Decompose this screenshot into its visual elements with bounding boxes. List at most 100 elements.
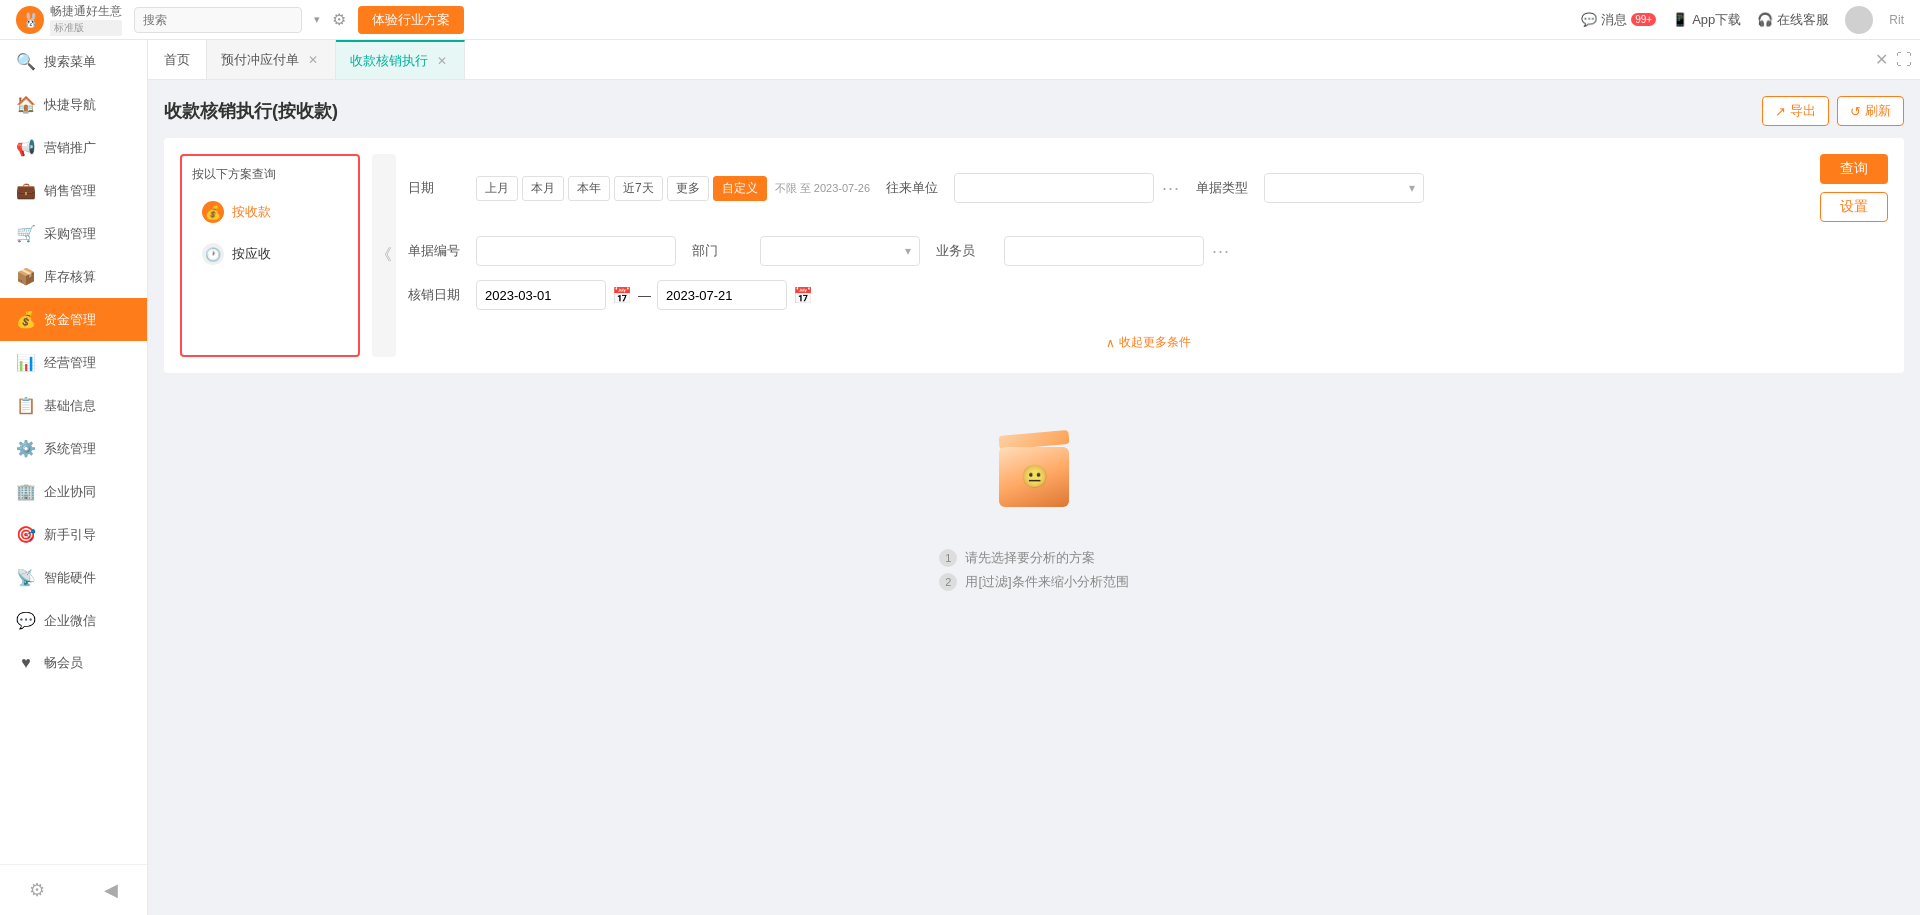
date-btn-this-month[interactable]: 本月	[522, 176, 564, 201]
date-btn-custom[interactable]: 自定义	[713, 176, 767, 201]
refresh-button[interactable]: ↺ 刷新	[1837, 96, 1904, 126]
staff-more-icon[interactable]: ···	[1212, 241, 1230, 262]
sidebar-settings-icon[interactable]: ⚙	[23, 873, 51, 907]
date-btn-more[interactable]: 更多	[667, 176, 709, 201]
filter-collapse-button[interactable]: 《	[372, 154, 396, 357]
brand-name: 畅捷通好生意	[50, 3, 122, 20]
empty-hints: 1 请先选择要分析的方案 2 用[过滤]条件来缩小分析范围	[939, 549, 1128, 591]
sidebar-label-search: 搜索菜单	[44, 53, 96, 71]
tab-receivable-close-icon[interactable]: ✕	[434, 53, 450, 69]
staff-input[interactable]	[1004, 236, 1204, 266]
tab-prepay-label: 预付冲应付单	[221, 51, 299, 69]
dropdown-arrow-icon[interactable]: ▾	[314, 13, 320, 26]
enterprise-icon: 🏢	[16, 482, 36, 501]
dept-label: 部门	[692, 242, 752, 260]
export-label: 导出	[1790, 102, 1816, 120]
tab-close-all-icon[interactable]: ✕	[1875, 50, 1888, 69]
sidebar-label-marketing: 营销推广	[44, 139, 96, 157]
message-button[interactable]: 💬 消息 99+	[1581, 11, 1656, 29]
sidebar-item-inventory[interactable]: 📦 库存核算	[0, 255, 147, 298]
verify-date-end-input[interactable]	[657, 280, 787, 310]
staff-label: 业务员	[936, 242, 996, 260]
verify-date-end-calendar-icon[interactable]: 📅	[793, 286, 813, 305]
sidebar-item-wechat[interactable]: 💬 企业微信	[0, 599, 147, 642]
counterpart-more-icon[interactable]: ···	[1162, 178, 1180, 199]
verify-date-range: 📅 — 📅	[476, 280, 813, 310]
filter-actions: 查询 设置	[1820, 154, 1888, 222]
doc-type-field: 单据类型 ▾	[1196, 173, 1424, 203]
export-button[interactable]: ↗ 导出	[1762, 96, 1829, 126]
verify-date-start-calendar-icon[interactable]: 📅	[612, 286, 632, 305]
verify-date-start-input[interactable]	[476, 280, 606, 310]
guide-icon: 🎯	[16, 525, 36, 544]
sidebar-item-system[interactable]: ⚙️ 系统管理	[0, 427, 147, 470]
sidebar-item-enterprise[interactable]: 🏢 企业协同	[0, 470, 147, 513]
dept-select[interactable]: ▾	[760, 236, 920, 266]
hint-text-2: 用[过滤]条件来缩小分析范围	[965, 573, 1128, 591]
verify-date-field: 核销日期 📅 — 📅	[408, 280, 813, 310]
sidebar: 🔍 搜索菜单 🏠 快捷导航 📢 营销推广 💼 销售管理 🛒 采购管理 📦 库存核…	[0, 40, 148, 915]
tab-home[interactable]: 首页	[148, 40, 207, 79]
sidebar-label-basic-info: 基础信息	[44, 397, 96, 415]
hint-num-1: 1	[939, 549, 957, 567]
app-download-button[interactable]: 📱 App下载	[1672, 11, 1741, 29]
wechat-icon: 💬	[16, 611, 36, 630]
counterpart-label: 往来单位	[886, 179, 946, 197]
sidebar-item-basic-info[interactable]: 📋 基础信息	[0, 384, 147, 427]
page-title: 收款核销执行(按收款)	[164, 99, 338, 123]
tab-prepay[interactable]: 预付冲应付单 ✕	[207, 40, 336, 79]
doc-no-input[interactable]	[476, 236, 676, 266]
sidebar-label-guide: 新手引导	[44, 526, 96, 544]
tab-receivable[interactable]: 收款核销执行 ✕	[336, 40, 465, 79]
doc-type-select[interactable]: ▾	[1264, 173, 1424, 203]
query-button[interactable]: 查询	[1820, 154, 1888, 184]
sidebar-item-quick-nav[interactable]: 🏠 快捷导航	[0, 83, 147, 126]
receipt-option-icon: 💰	[202, 201, 224, 223]
date-btn-last-month[interactable]: 上月	[476, 176, 518, 201]
inventory-icon: 📦	[16, 267, 36, 286]
hardware-icon: 📡	[16, 568, 36, 587]
filter-option-by-receivable[interactable]: 🕐 按应收	[192, 235, 348, 273]
service-button[interactable]: 🎧 在线客服	[1757, 11, 1829, 29]
message-label: 消息	[1601, 11, 1627, 29]
doc-type-arrow-icon: ▾	[1409, 181, 1415, 195]
receivable-option-icon: 🕐	[202, 243, 224, 265]
sidebar-item-guide[interactable]: 🎯 新手引导	[0, 513, 147, 556]
filter-fields: 日期 上月 本月 本年 近7天 更多 自定义 不限 至 2023-07-26	[408, 154, 1888, 357]
date-range-separator: —	[638, 288, 651, 303]
sidebar-item-sales[interactable]: 💼 销售管理	[0, 169, 147, 212]
sidebar-item-marketing[interactable]: 📢 营销推广	[0, 126, 147, 169]
hint-num-2: 2	[939, 573, 957, 591]
setting-button[interactable]: 设置	[1820, 192, 1888, 222]
tab-expand-icon[interactable]: ⛶	[1896, 51, 1912, 69]
empty-hint-2: 2 用[过滤]条件来缩小分析范围	[939, 573, 1128, 591]
solution-button[interactable]: 体验行业方案	[358, 6, 464, 34]
filter-option-by-receipt[interactable]: 💰 按收款	[192, 193, 348, 231]
sidebar-item-search[interactable]: 🔍 搜索菜单	[0, 40, 147, 83]
sidebar-item-hardware[interactable]: 📡 智能硬件	[0, 556, 147, 599]
collapse-label: 收起更多条件	[1119, 334, 1191, 351]
member-icon: ♥	[16, 654, 36, 672]
counterpart-input[interactable]	[954, 173, 1154, 203]
sidebar-label-finance: 资金管理	[44, 311, 96, 329]
date-btn-this-year[interactable]: 本年	[568, 176, 610, 201]
sidebar-item-member[interactable]: ♥ 畅会员	[0, 642, 147, 684]
settings-icon[interactable]: ⚙	[332, 10, 346, 29]
sidebar-item-operation[interactable]: 📊 经营管理	[0, 341, 147, 384]
search-icon: 🔍	[16, 52, 36, 71]
content-area: 首页 预付冲应付单 ✕ 收款核销执行 ✕ ✕ ⛶ 收款核销执行(按收款) ↗	[148, 40, 1920, 915]
doc-no-field: 单据编号	[408, 236, 676, 266]
sidebar-item-finance[interactable]: 💰 资金管理	[0, 298, 147, 341]
date-btn-7days[interactable]: 近7天	[614, 176, 663, 201]
empty-hint-1: 1 请先选择要分析的方案	[939, 549, 1128, 567]
sidebar-item-purchase[interactable]: 🛒 采购管理	[0, 212, 147, 255]
avatar[interactable]	[1845, 6, 1873, 34]
tab-home-label: 首页	[164, 51, 190, 69]
tab-prepay-close-icon[interactable]: ✕	[305, 52, 321, 68]
top-bar: 🐰 畅捷通好生意 标准版 ▾ ⚙ 体验行业方案 💬 消息 99+ 📱 App下载…	[0, 0, 1920, 40]
sidebar-collapse-icon[interactable]: ◀	[98, 873, 124, 907]
sidebar-label-operation: 经营管理	[44, 354, 96, 372]
date-field: 日期 上月 本月 本年 近7天 更多 自定义 不限 至 2023-07-26	[408, 176, 870, 201]
collapse-more-conditions[interactable]: ∧ 收起更多条件	[408, 328, 1888, 357]
search-input[interactable]	[134, 7, 302, 33]
